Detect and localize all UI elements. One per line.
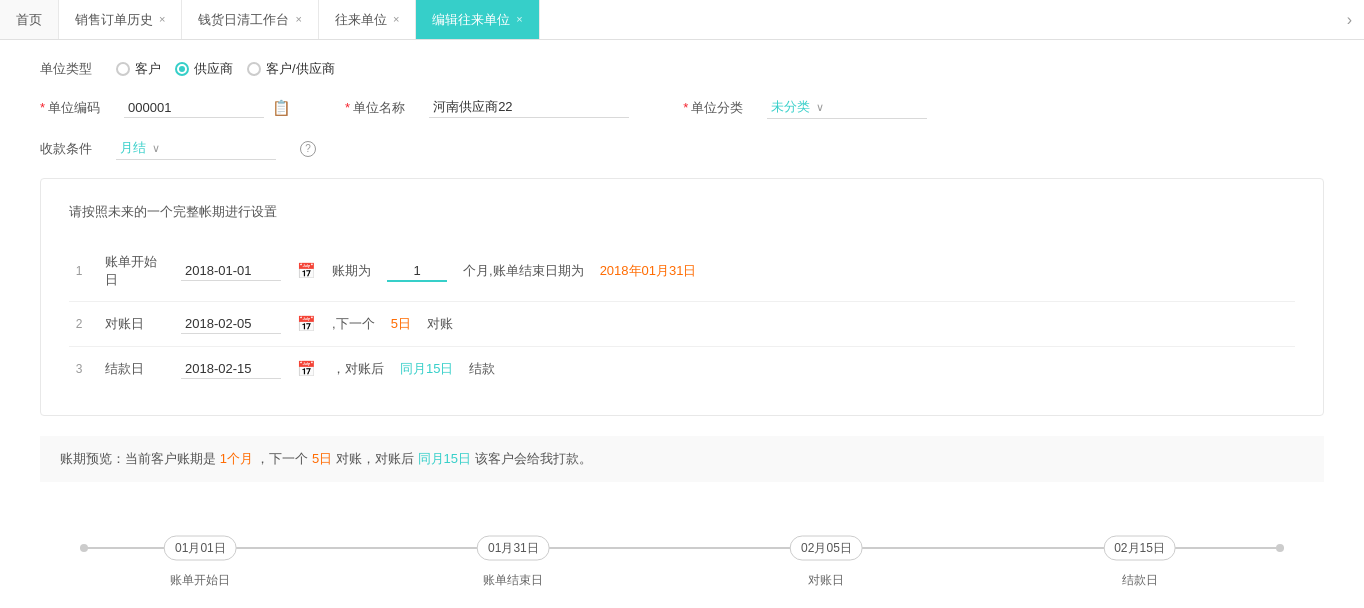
row-2-desc-before: ,下一个 bbox=[332, 315, 375, 333]
timeline-node-3: 02月05日 对账日 bbox=[790, 536, 863, 561]
preview-suffix: 该客户会给我打款。 bbox=[475, 451, 592, 466]
radio-both[interactable]: 客户/供应商 bbox=[247, 60, 335, 78]
tab-edit-close-icon[interactable]: × bbox=[516, 14, 522, 25]
tab-edit-label: 编辑往来单位 bbox=[432, 11, 510, 29]
preview-part2: 5日 bbox=[312, 451, 332, 466]
unit-category-value: 未分类 bbox=[771, 98, 810, 116]
radio-both-label: 客户/供应商 bbox=[266, 60, 335, 78]
timeline-label-3: 对账日 bbox=[808, 572, 844, 589]
setting-row-2: 2 对账日 📅 ,下一个 5日 对账 bbox=[69, 302, 1295, 347]
unit-code-input[interactable] bbox=[124, 98, 264, 118]
timeline-node-4: 02月15日 结款日 bbox=[1103, 536, 1176, 561]
radio-supplier-circle bbox=[175, 62, 189, 76]
radio-customer-label: 客户 bbox=[135, 60, 161, 78]
timeline-track: 01月01日 账单开始日 01月31日 账单结束日 02月05日 对账日 02月… bbox=[80, 518, 1284, 578]
row-period-input[interactable] bbox=[387, 261, 447, 282]
tab-sales-history[interactable]: 销售订单历史 × bbox=[59, 0, 182, 39]
row-2-highlight: 5日 bbox=[391, 315, 411, 333]
setting-row-3: 3 结款日 📅 ，对账后 同月15日 结款 bbox=[69, 347, 1295, 391]
row-3-highlight: 同月15日 bbox=[400, 360, 453, 378]
payment-value: 月结 bbox=[120, 139, 146, 157]
radio-supplier[interactable]: 供应商 bbox=[175, 60, 233, 78]
tabs-bar: 首页 销售订单历史 × 钱货日清工作台 × 往来单位 × 编辑往来单位 × › bbox=[0, 0, 1364, 40]
row-num-1: 1 bbox=[69, 264, 89, 278]
tab-more-icon[interactable]: › bbox=[1335, 11, 1364, 29]
preview-prefix: 账期预览：当前客户账期是 bbox=[60, 451, 216, 466]
unit-category-arrow-icon: ∨ bbox=[816, 101, 824, 114]
row-calendar-icon-3[interactable]: 📅 bbox=[297, 360, 316, 378]
tab-cash-work[interactable]: 钱货日清工作台 × bbox=[182, 0, 318, 39]
row-calendar-icon-2[interactable]: 📅 bbox=[297, 315, 316, 333]
radio-customer-circle bbox=[116, 62, 130, 76]
timeline-badge-3: 02月05日 bbox=[790, 536, 863, 561]
payment-row: 收款条件 月结 ∨ ? bbox=[40, 137, 1324, 160]
row-label-3: 结款日 bbox=[105, 360, 165, 378]
tab-partner[interactable]: 往来单位 × bbox=[319, 0, 416, 39]
preview-middle2: 对账，对账后 bbox=[336, 451, 414, 466]
row-label-2: 对账日 bbox=[105, 315, 165, 333]
row-num-2: 2 bbox=[69, 317, 89, 331]
tab-home-label: 首页 bbox=[16, 11, 42, 29]
radio-supplier-label: 供应商 bbox=[194, 60, 233, 78]
preview-part1: 1个月 bbox=[220, 451, 253, 466]
row-date-input-1[interactable] bbox=[181, 261, 281, 281]
radio-customer[interactable]: 客户 bbox=[116, 60, 161, 78]
timeline-node-2: 01月31日 账单结束日 bbox=[477, 536, 550, 561]
row-period-suffix: 个月,账单结束日期为 bbox=[463, 262, 584, 280]
page-content: 单位类型 客户 供应商 客户/供应商 单位编码 📋 单位名称 单 bbox=[0, 40, 1364, 608]
tab-cash-label: 钱货日清工作台 bbox=[198, 11, 289, 29]
timeline-badge-2: 01月31日 bbox=[477, 536, 550, 561]
timeline-dot-left bbox=[80, 544, 88, 552]
timeline-label-2: 账单结束日 bbox=[483, 572, 543, 589]
unit-category-label: 单位分类 bbox=[683, 99, 743, 117]
tab-sales-label: 销售订单历史 bbox=[75, 11, 153, 29]
payment-arrow-icon: ∨ bbox=[152, 142, 160, 155]
unit-name-group bbox=[429, 98, 629, 118]
unit-code-label: 单位编码 bbox=[40, 99, 100, 117]
unit-type-row: 单位类型 客户 供应商 客户/供应商 bbox=[40, 60, 1324, 78]
unit-name-label: 单位名称 bbox=[345, 99, 405, 117]
section-hint: 请按照未来的一个完整帐期进行设置 bbox=[69, 203, 1295, 221]
row-2-desc-after: 对账 bbox=[427, 315, 453, 333]
timeline-badge-1: 01月01日 bbox=[164, 536, 237, 561]
row-end-date: 2018年01月31日 bbox=[600, 262, 697, 280]
unit-code-group: 📋 bbox=[124, 98, 291, 118]
tab-home[interactable]: 首页 bbox=[0, 0, 59, 39]
row-date-input-3[interactable] bbox=[181, 359, 281, 379]
unit-category-dropdown[interactable]: 未分类 ∨ bbox=[767, 96, 927, 119]
row-3-desc-before: ，对账后 bbox=[332, 360, 384, 378]
tab-sales-close-icon[interactable]: × bbox=[159, 14, 165, 25]
timeline-dot-right bbox=[1276, 544, 1284, 552]
row-3-desc-after: 结款 bbox=[469, 360, 495, 378]
unit-type-radio-group: 客户 供应商 客户/供应商 bbox=[116, 60, 335, 78]
unit-type-label: 单位类型 bbox=[40, 60, 92, 78]
preview-bar: 账期预览：当前客户账期是 1个月 ，下一个 5日 对账，对账后 同月15日 该客… bbox=[40, 436, 1324, 482]
row-period-prefix: 账期为 bbox=[332, 262, 371, 280]
timeline-badge-4: 02月15日 bbox=[1103, 536, 1176, 561]
payment-label: 收款条件 bbox=[40, 140, 92, 158]
timeline-wrap: 01月01日 账单开始日 01月31日 账单结束日 02月05日 对账日 02月… bbox=[40, 498, 1324, 588]
period-section: 请按照未来的一个完整帐期进行设置 1 账单开始日 📅 账期为 个月,账单结束日期… bbox=[40, 178, 1324, 416]
row-date-input-2[interactable] bbox=[181, 314, 281, 334]
radio-both-circle bbox=[247, 62, 261, 76]
row-num-3: 3 bbox=[69, 362, 89, 376]
tab-edit-partner[interactable]: 编辑往来单位 × bbox=[416, 0, 539, 39]
tab-partner-close-icon[interactable]: × bbox=[393, 14, 399, 25]
tab-partner-label: 往来单位 bbox=[335, 11, 387, 29]
payment-dropdown[interactable]: 月结 ∨ bbox=[116, 137, 276, 160]
unit-name-input[interactable] bbox=[429, 98, 629, 118]
setting-row-1: 1 账单开始日 📅 账期为 个月,账单结束日期为 2018年01月31日 bbox=[69, 241, 1295, 302]
unit-info-row: 单位编码 📋 单位名称 单位分类 未分类 ∨ bbox=[40, 96, 1324, 119]
payment-help-icon[interactable]: ? bbox=[300, 141, 316, 157]
tab-cash-close-icon[interactable]: × bbox=[295, 14, 301, 25]
preview-part3: 同月15日 bbox=[418, 451, 471, 466]
row-calendar-icon-1[interactable]: 📅 bbox=[297, 262, 316, 280]
timeline-node-1: 01月01日 账单开始日 bbox=[164, 536, 237, 561]
preview-middle1: ，下一个 bbox=[256, 451, 308, 466]
unit-code-copy-icon[interactable]: 📋 bbox=[272, 99, 291, 117]
timeline-label-1: 账单开始日 bbox=[170, 572, 230, 589]
row-label-1: 账单开始日 bbox=[105, 253, 165, 289]
timeline-label-4: 结款日 bbox=[1122, 572, 1158, 589]
